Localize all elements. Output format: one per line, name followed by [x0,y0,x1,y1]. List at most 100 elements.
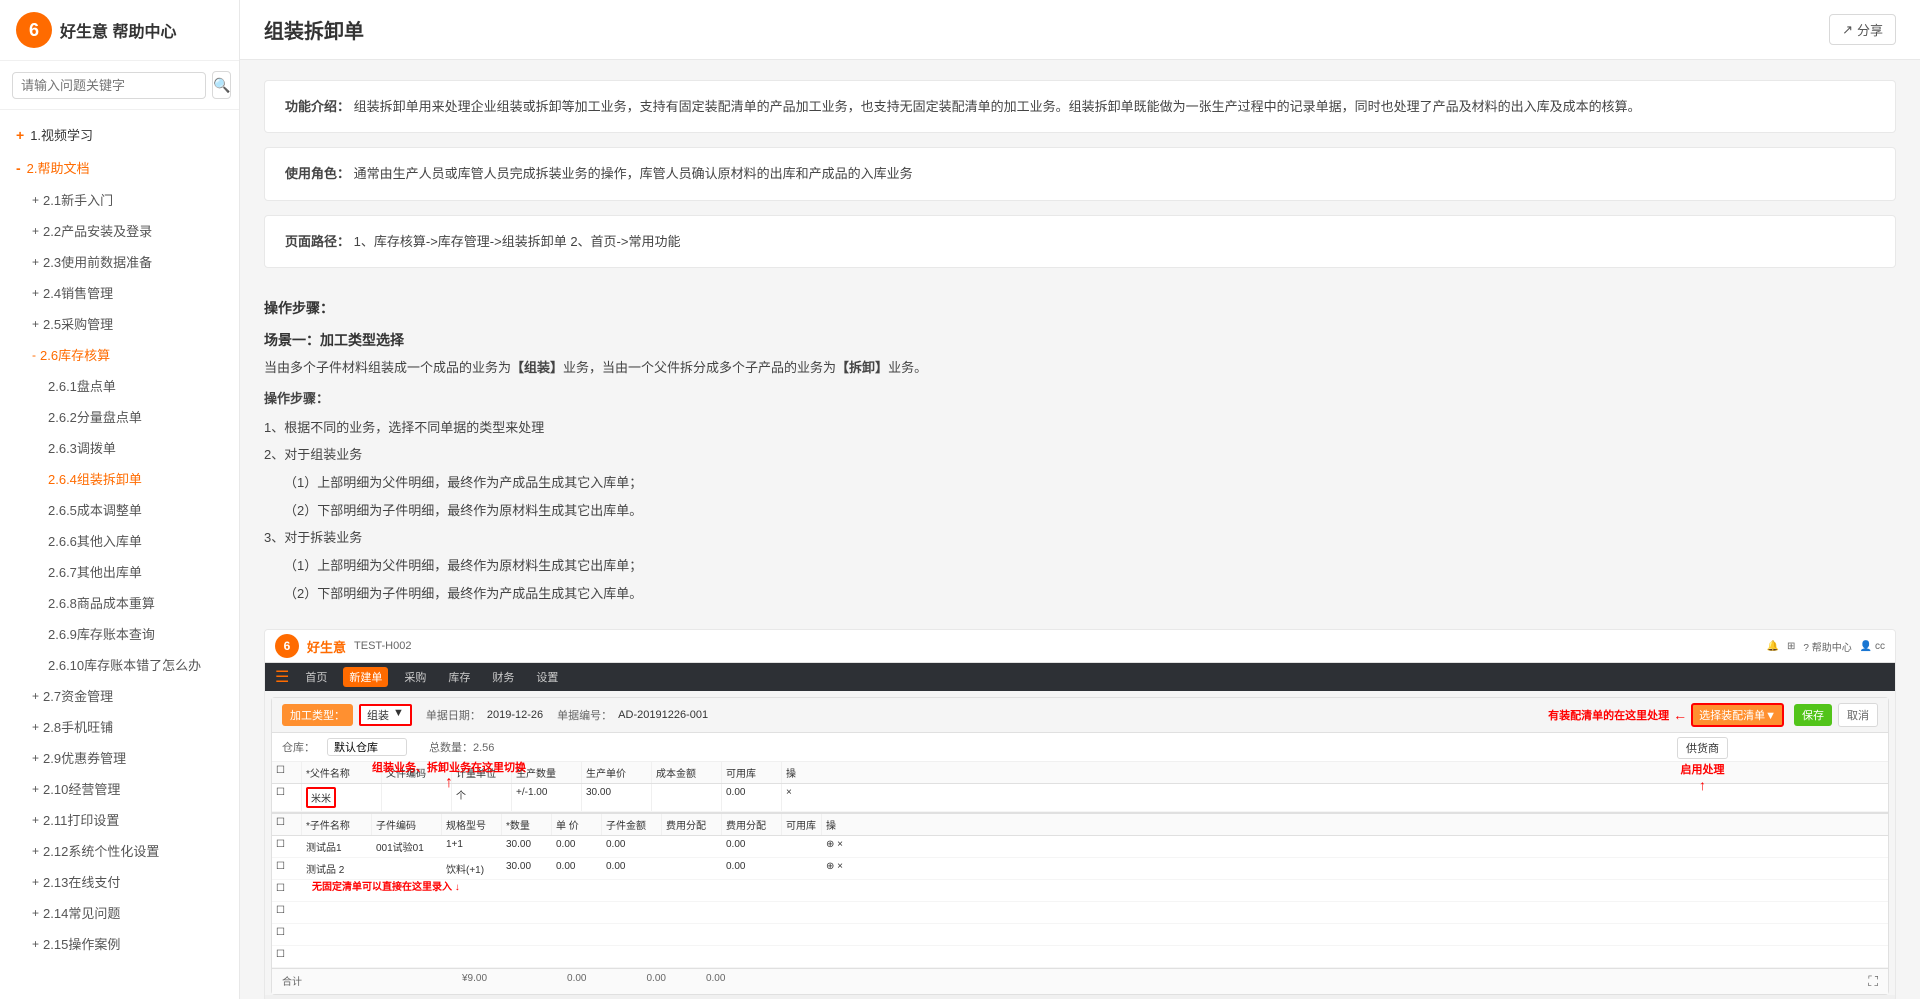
sidebar-item-doc264[interactable]: 2.6.4组装拆卸单 [0,463,239,494]
enable-input[interactable]: 供货商 [1677,737,1728,759]
app-store-id: TEST-H002 [354,640,411,652]
app-type-select[interactable]: 组装 ▼ [359,704,412,726]
step2: 2、对于组装业务 [264,443,1896,468]
app-nav-inventory[interactable]: 库存 [442,667,476,687]
sidebar-item-videos[interactable]: + 1.视频学习 [0,118,239,151]
cell-price: 0.00 [552,836,602,857]
sidebar-item-doc22[interactable]: + 2.2产品安装及登录 [0,215,239,246]
cell-ops[interactable]: × [782,784,812,811]
search-button[interactable]: 🔍 [212,71,231,99]
role-label: 使用角色： [285,166,350,181]
sidebar-item-doc261[interactable]: 2.6.1盘点单 [0,370,239,401]
app-assembly-btn[interactable]: 选择装配清单▼ [1691,703,1784,727]
sidebar-item-label: 2.11打印设置 [43,810,119,829]
logo-icon: 6 [16,12,52,48]
sidebar-item-doc2610[interactable]: 2.6.10库存账本错了怎么办 [0,649,239,680]
cell-avail [782,858,822,879]
sidebar-item-doc210[interactable]: + 2.10经营管理 [0,773,239,804]
cell-ops[interactable]: ⊕ × [822,858,852,879]
sidebar-item-doc263[interactable]: 2.6.3调拨单 [0,432,239,463]
cell-check[interactable]: ☐ [272,880,302,901]
expand-icon-table[interactable]: ⛶ [1868,973,1878,990]
sidebar-item-doc213[interactable]: + 2.13在线支付 [0,866,239,897]
table-header-sub: ☐ *子件名称 子件编码 规格型号 *数量 单 价 子件金额 费用分配 费用分配… [272,814,1888,836]
sidebar-item-label: 2.6.5成本调整单 [48,500,142,519]
total-val4: 0.00 [706,973,725,990]
scene1-title: 场景一：加工类型选择 [264,330,1896,350]
sidebar-item-doc267[interactable]: 2.6.7其他出库单 [0,556,239,587]
sidebar-item-label: 2.14常见问题 [43,903,120,922]
app-nav-purchase[interactable]: 采购 [398,667,432,687]
cell-check[interactable]: ☐ [272,946,302,967]
app-btn-new[interactable]: 加工类型： [282,704,353,726]
cell-price: 30.00 [582,784,652,811]
app-screenshot: 6 好生意 TEST-H002 🔔 ⊞ ? 帮助中心 👤 cc ☰ 首页 新建单 [265,630,1895,995]
app-nav-settings[interactable]: 设置 [530,667,564,687]
sidebar-item-doc21[interactable]: + 2.1新手入门 [0,184,239,215]
share-button[interactable]: ↗ 分享 [1829,14,1896,45]
sidebar-item-doc211[interactable]: + 2.11打印设置 [0,804,239,835]
page-title: 组装拆卸单 [264,15,364,44]
app-nav-new[interactable]: 新建单 [343,667,388,687]
app-nav-finance[interactable]: 财务 [486,667,520,687]
col-sub-price: 单 价 [552,814,602,835]
app-topbar-icons: 🔔 ⊞ ? 帮助中心 👤 cc [1767,639,1885,654]
annotation-switch: 组装业务、拆卸业务在这里切换 ↑ [372,759,526,791]
expand-icon: + [32,224,39,238]
search-input[interactable] [12,72,206,99]
app-cancel-btn[interactable]: 取消 [1838,703,1878,727]
sidebar-toggle-icon[interactable]: ☰ [275,667,289,687]
main-header: 组装拆卸单 ↗ 分享 [240,0,1920,60]
app-fields-row: 仓库： 总数量：2.56 组装业务、拆卸业务在这里切换 ↑ 供货商 启用处理 [272,733,1888,762]
sidebar-item-doc265[interactable]: 2.6.5成本调整单 [0,494,239,525]
sidebar-item-doc214[interactable]: + 2.14常见问题 [0,897,239,928]
expand-icon: + [16,127,24,143]
expand-icon: + [32,286,39,300]
cell-ops[interactable]: ⊕ × [822,836,852,857]
warehouse-input[interactable] [327,738,407,756]
step2-2: （2）下部明细为子件明细，最终作为原材料生成其它出库单。 [264,499,1896,524]
cell-check[interactable]: ☐ [272,858,302,879]
sidebar-item-docs[interactable]: - 2.帮助文档 [0,151,239,184]
app-save-btn[interactable]: 保存 [1794,704,1832,726]
table-row: ☐ 测试品1 001试验01 1+1 30.00 0.00 0.00 0.00 … [272,836,1888,858]
expand-icon: + [32,782,39,796]
cell-check[interactable]: ☐ [272,784,302,811]
step3: 3、对于拆装业务 [264,526,1896,551]
cell-check[interactable]: ☐ [272,836,302,857]
cell-check[interactable]: ☐ [272,924,302,945]
cell-avail [782,836,822,857]
app-logo: 6 [275,634,299,658]
sidebar-item-doc212[interactable]: + 2.12系统个性化设置 [0,835,239,866]
share-label: 分享 [1857,20,1883,39]
cell-check[interactable]: ☐ [272,902,302,923]
brand-name: 好生意 帮助中心 [60,18,176,42]
expand-icon: + [32,937,39,951]
sidebar-item-doc268[interactable]: 2.6.8商品成本重算 [0,587,239,618]
sidebar-item-doc28[interactable]: + 2.8手机旺铺 [0,711,239,742]
cell-alloc [662,836,722,857]
sidebar-item-doc29[interactable]: + 2.9优惠券管理 [0,742,239,773]
col-sub-spec: 规格型号 [442,814,502,835]
cell-spec: 饮料(+1) [442,858,502,879]
app-nav-home[interactable]: 首页 [299,667,333,687]
cell-qty: 30.00 [502,836,552,857]
sidebar-item-doc25[interactable]: + 2.5采购管理 [0,308,239,339]
sidebar-item-doc269[interactable]: 2.6.9库存账本查询 [0,618,239,649]
app-docno-label: 单据编号： [557,707,612,723]
share-icon: ↗ [1842,22,1853,38]
sidebar-item-doc26[interactable]: - 2.6库存核算 [0,339,239,370]
col-sub-avail: 可用库 [782,814,822,835]
cell-name-annotated: 无固定清单可以直接在这里录入 ↓ [302,880,372,901]
sidebar-item-doc27[interactable]: + 2.7资金管理 [0,680,239,711]
table-row-empty4: ☐ [272,946,1888,968]
sidebar-item-doc215[interactable]: + 2.15操作案例 [0,928,239,959]
sidebar-item-label: 2.6.1盘点单 [48,376,116,395]
sidebar-item-doc266[interactable]: 2.6.6其他入库单 [0,525,239,556]
sidebar-item-doc23[interactable]: + 2.3使用前数据准备 [0,246,239,277]
sidebar-item-doc24[interactable]: + 2.4销售管理 [0,277,239,308]
main-body: 功能介绍： 组装拆卸单用来处理企业组装或拆卸等加工业务，支持有固定装配清单的产品… [240,60,1920,999]
collapse-icon: - [32,348,36,362]
help-icon: ? 帮助中心 [1803,639,1851,654]
sidebar-item-doc262[interactable]: 2.6.2分量盘点单 [0,401,239,432]
